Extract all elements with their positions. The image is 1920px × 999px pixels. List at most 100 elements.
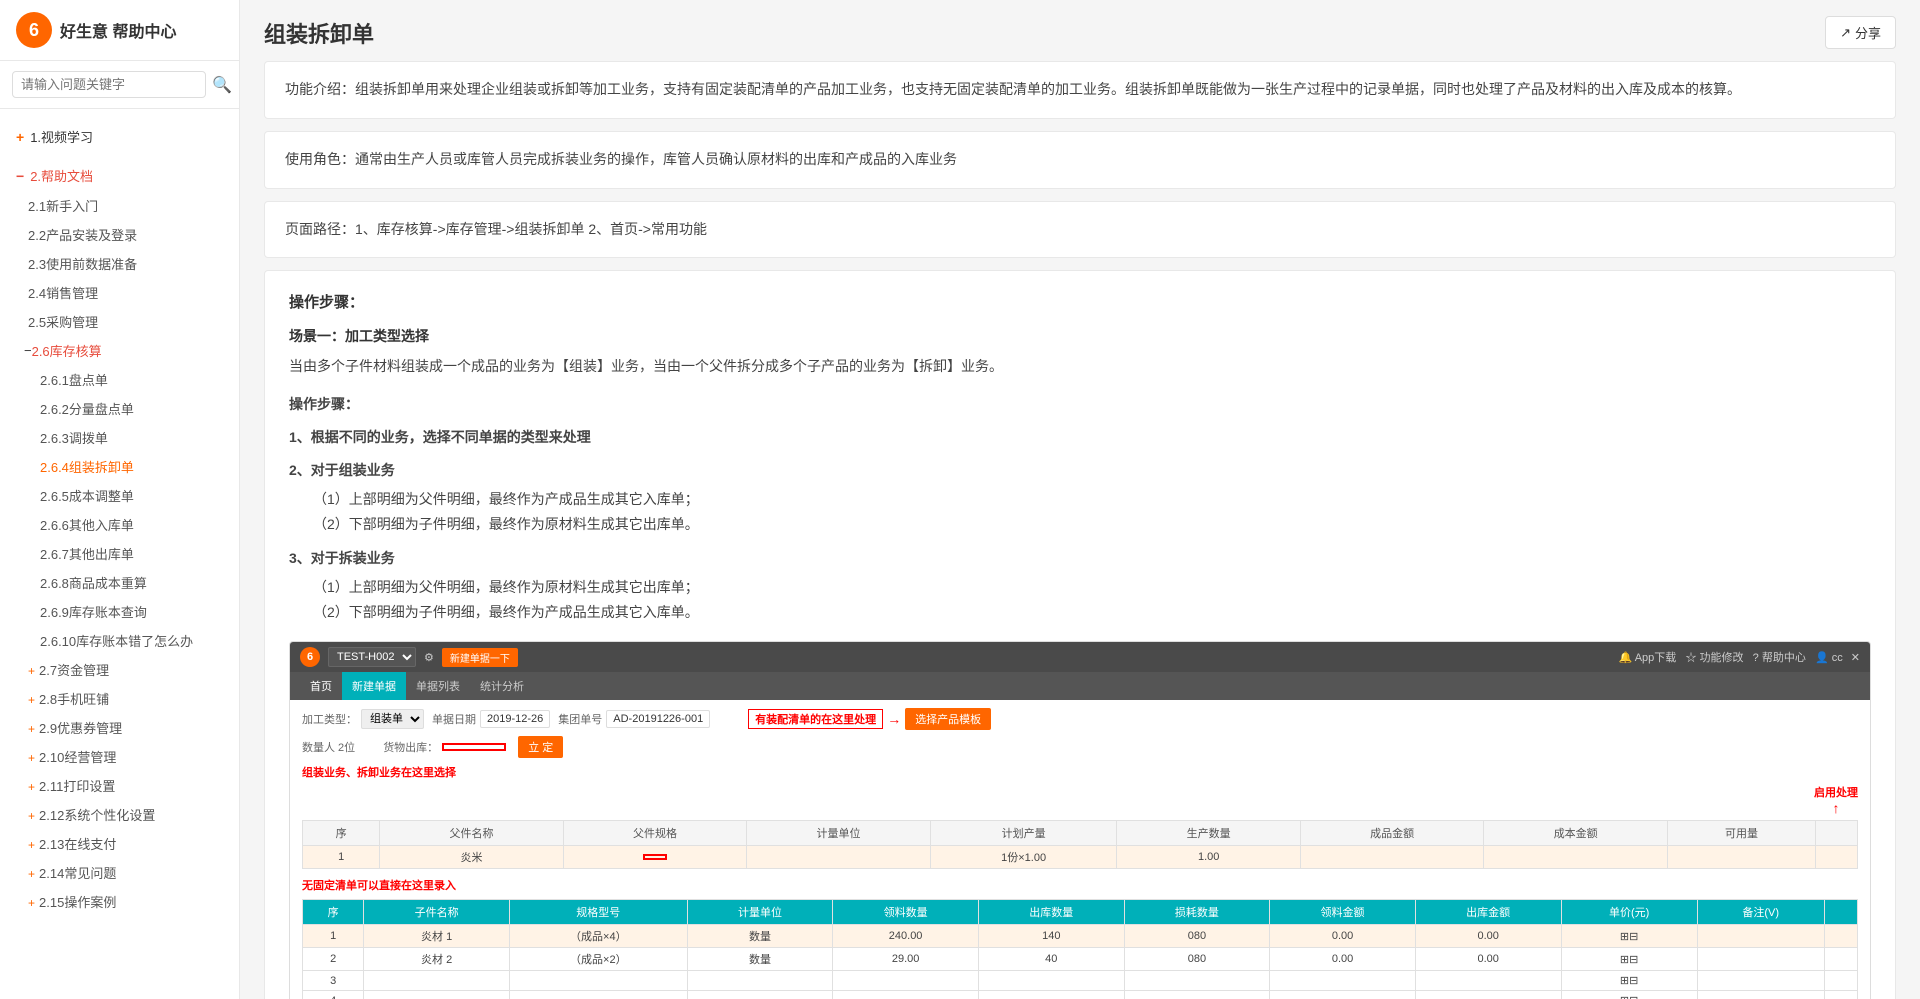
share-button[interactable]: ↗ 分享 xyxy=(1825,16,1896,49)
list-item xyxy=(978,991,1124,999)
search-icon[interactable]: 🔍 xyxy=(212,75,232,95)
sc-logo: 6 xyxy=(300,647,320,667)
sidebar-item-268[interactable]: 2.6.8商品成本重算 xyxy=(12,568,239,597)
sc-nav-list[interactable]: 单据列表 xyxy=(406,672,470,700)
list-item xyxy=(1824,971,1857,991)
scene1-title: 场景一：加工类型选择 xyxy=(289,326,1871,346)
sidebar-item-212[interactable]: +2.12系统个性化设置 xyxy=(0,800,239,829)
list-item: ⊞⊟ xyxy=(1561,948,1697,971)
sidebar-item-29[interactable]: +2.9优惠券管理 xyxy=(0,713,239,742)
list-item: 40 xyxy=(978,948,1124,971)
plus-icon: + xyxy=(16,129,24,145)
sc-nav-home[interactable]: 首页 xyxy=(300,672,342,700)
sidebar-item-264[interactable]: 2.6.4组装拆卸单 xyxy=(12,452,239,481)
sidebar-item-263[interactable]: 2.6.3调拨单 xyxy=(12,423,239,452)
share-icon: ↗ xyxy=(1840,25,1851,41)
intro-text-2: 使用角色：通常由生产人员或库管人员完成拆装业务的操作，库管人员确认原材料的出库和… xyxy=(285,148,1875,172)
sidebar-item-video[interactable]: + 1.视频学习 xyxy=(0,121,239,152)
sc-type-select[interactable]: 组装单 拆卸单 xyxy=(361,709,424,729)
sidebar-item-2610[interactable]: 2.6.10库存账本错了怎么办 xyxy=(12,626,239,655)
sc-date-value[interactable]: 2019-12-26 xyxy=(480,710,550,728)
sidebar-item-213[interactable]: +2.13在线支付 xyxy=(0,829,239,858)
sidebar-item-269[interactable]: 2.6.9库存账本查询 xyxy=(12,597,239,626)
list-item: 240.00 xyxy=(833,925,979,948)
list-item xyxy=(1415,971,1561,991)
sidebar-item-28[interactable]: +2.8手机旺铺 xyxy=(0,684,239,713)
list-item xyxy=(1124,991,1270,999)
sc-order-label: 集团单号 xyxy=(558,711,602,727)
sc-count-label: 数量人 2位 xyxy=(302,739,355,755)
sc-warehouse-input[interactable] xyxy=(442,743,506,751)
list-item xyxy=(687,971,833,991)
sidebar-item-27[interactable]: +2.7资金管理 xyxy=(0,655,239,684)
sc-type-label: 加工类型： xyxy=(302,711,357,727)
list-item xyxy=(1697,971,1824,991)
list-item xyxy=(833,991,979,999)
sc-nav-new[interactable]: 新建单据 xyxy=(342,672,406,700)
sc-lcol-price: 单价(元) xyxy=(1561,900,1697,925)
sidebar-item-214[interactable]: +2.14常见问题 xyxy=(0,858,239,887)
list-item xyxy=(1697,925,1824,948)
sc-annotation3: 启用处理 xyxy=(1814,784,1858,800)
list-item: 0.00 xyxy=(1415,948,1561,971)
sc-order-value[interactable]: AD-20191226-001 xyxy=(606,710,710,728)
breadcrumb: 页面路径：1、库存核算->库存管理->组装拆卸单 2、首页->常用功能 xyxy=(285,218,1875,242)
sidebar-item-266[interactable]: 2.6.6其他入库单 xyxy=(12,510,239,539)
sc-lcol-spec: 规格型号 xyxy=(509,900,687,925)
sc-lcol-out: 出库数量 xyxy=(978,900,1124,925)
list-item xyxy=(1124,971,1270,991)
list-item xyxy=(364,991,510,999)
steps-section: 操作步骤： 场景一：加工类型选择 当由多个子件材料组装成一个成品的业务为【组装】… xyxy=(264,270,1896,999)
list-item: 2 xyxy=(303,948,364,971)
list-item: 080 xyxy=(1124,948,1270,971)
sc-company-select[interactable]: TEST-H002 xyxy=(328,647,416,667)
sidebar-header: 6 好生意 帮助中心 xyxy=(0,0,239,61)
sidebar-item-install[interactable]: 2.2产品安装及登录 xyxy=(0,220,239,249)
sc-close-icon[interactable]: ✕ xyxy=(1851,651,1860,664)
search-input[interactable] xyxy=(12,71,206,98)
minus-icon-inventory: − xyxy=(24,343,32,358)
sc-save-btn[interactable]: 立 定 xyxy=(518,736,563,758)
sidebar-item-211[interactable]: +2.11打印设置 xyxy=(0,771,239,800)
sidebar-item-purchase[interactable]: 2.5采购管理 xyxy=(0,307,239,336)
sidebar-item-newcomer[interactable]: 2.1新手入门 xyxy=(0,191,239,220)
list-item: 0.00 xyxy=(1270,948,1416,971)
sc-annotation1: 有装配清单的在这里处理 xyxy=(748,709,883,729)
step3-sub1: （1）上部明细为父件明细，最终作为原材料生成其它出库单； xyxy=(289,575,1871,600)
list-item xyxy=(1697,948,1824,971)
sc-new-order-btn[interactable]: 新建单据一下 xyxy=(442,648,518,667)
sc-lcol-no: 序 xyxy=(303,900,364,925)
sidebar-item-docs[interactable]: − 2.帮助文档 xyxy=(0,160,239,191)
sidebar-item-262[interactable]: 2.6.2分量盘点单 xyxy=(12,394,239,423)
list-item: ⊞⊟ xyxy=(1561,991,1697,999)
sc-lcol-remark: 备注(V) xyxy=(1697,900,1824,925)
table-row xyxy=(1484,846,1668,869)
list-item: 0.00 xyxy=(1270,925,1416,948)
sidebar-item-210[interactable]: +2.10经营管理 xyxy=(0,742,239,771)
sidebar-item-sales[interactable]: 2.4销售管理 xyxy=(0,278,239,307)
sc-select-template-btn[interactable]: 选择产品模板 xyxy=(905,708,991,730)
list-item xyxy=(509,991,687,999)
main-header: 组装拆卸单 ↗ 分享 xyxy=(240,0,1920,61)
table-row xyxy=(1300,846,1484,869)
table-row xyxy=(747,846,931,869)
sidebar-item-data[interactable]: 2.3使用前数据准备 xyxy=(0,249,239,278)
list-item xyxy=(1415,991,1561,999)
scene1-desc: 当由多个子件材料组装成一个成品的业务为【组装】业务，当由一个父件拆分成多个子产品… xyxy=(289,354,1871,379)
sc-annotation2-text: 组装业务、拆卸业务在这里选择 xyxy=(302,764,1858,780)
list-item xyxy=(833,971,979,991)
sc-nav-stats[interactable]: 统计分析 xyxy=(470,672,534,700)
sc-col-parent-name: 父件名称 xyxy=(380,821,564,846)
sidebar-item-267[interactable]: 2.6.7其他出库单 xyxy=(12,539,239,568)
sidebar-item-inventory[interactable]: − 2.6库存核算 xyxy=(0,336,239,365)
sc-app-icons: 🔔 App下载 ☆ 功能修改 ? 帮助中心 👤 cc xyxy=(1619,649,1843,665)
list-item: 3 xyxy=(303,971,364,991)
sidebar-item-215[interactable]: +2.15操作案例 xyxy=(0,887,239,916)
sc-col-cost-amt: 成本金额 xyxy=(1484,821,1668,846)
minus-icon: − xyxy=(16,168,24,184)
sc-lcol-req: 领料数量 xyxy=(833,900,979,925)
sidebar-item-265[interactable]: 2.6.5成本调整单 xyxy=(12,481,239,510)
list-item: ⊞⊟ xyxy=(1561,971,1697,991)
sidebar-item-261[interactable]: 2.6.1盘点单 xyxy=(12,365,239,394)
share-label: 分享 xyxy=(1855,23,1881,42)
